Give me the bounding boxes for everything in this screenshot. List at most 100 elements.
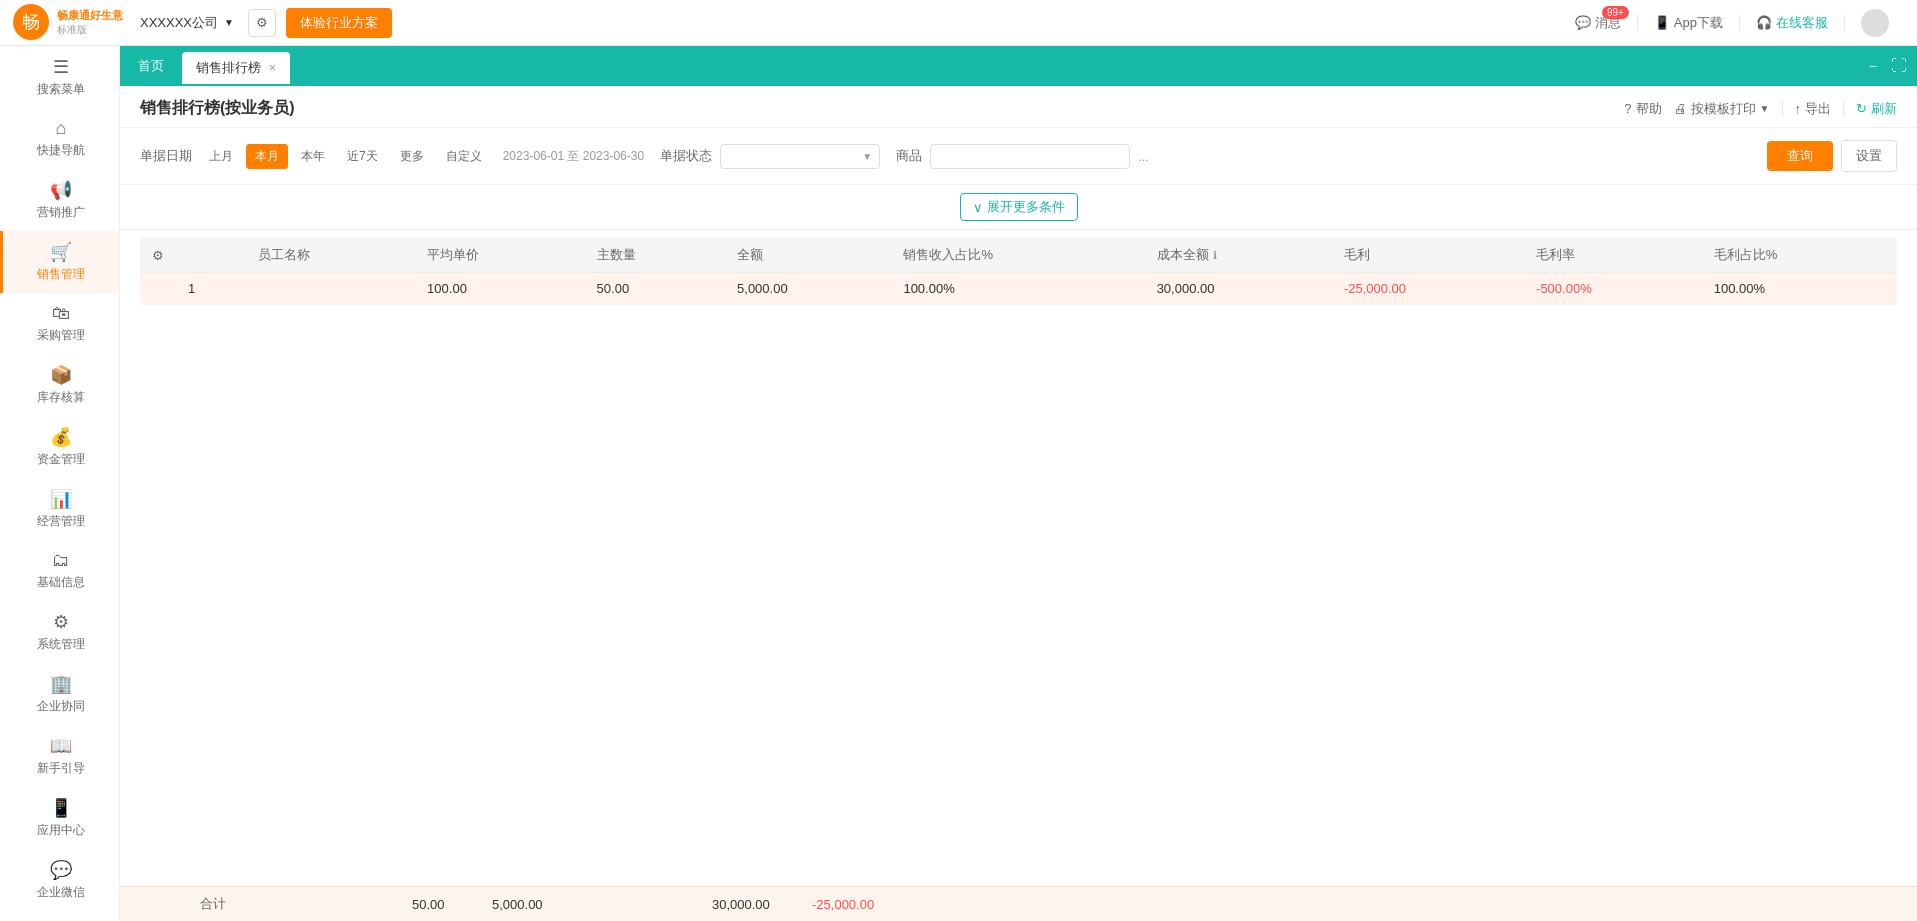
sidebar-item-search[interactable]: ☰ 搜索菜单 [0,46,119,108]
divider [1637,15,1638,31]
table-footer: 合计 50.00 5,000.00 30,000.00 -25,000.00 [120,886,1917,921]
col-index [176,238,246,273]
refresh-icon: ↻ [1856,101,1867,116]
sidebar-item-label: 应用中心 [37,822,85,839]
export-button[interactable]: ↑ 导出 [1795,100,1832,118]
print-icon: 🖨 [1674,101,1687,116]
expand-more-button[interactable]: ∨ 展开更多条件 [960,193,1078,221]
export-icon: ↑ [1795,101,1802,116]
table-row: 1 100.00 50.00 5,000.00 100.00% 30,000.0… [140,273,1897,305]
sidebar-item-basics[interactable]: 🗂 基础信息 [0,540,119,601]
more-options-button[interactable]: ... [1138,149,1149,164]
date-tab-more[interactable]: 更多 [391,144,433,169]
sidebar-item-label: 搜索菜单 [37,81,85,98]
sidebar-item-quick-nav[interactable]: ⌂ 快捷导航 [0,108,119,169]
divider [1844,15,1845,31]
sidebar-item-label: 库存核算 [37,389,85,406]
col-gross: 毛利 [1332,238,1524,273]
row-gross-pct: 100.00% [1702,273,1897,305]
sidebar-item-label: 营销推广 [37,204,85,221]
goods-input[interactable] [930,144,1130,169]
footer-total-label: 合计 [200,895,320,913]
sidebar-item-guide[interactable]: 📖 新手引导 [0,725,119,787]
row-sales-pct: 100.00% [891,273,1144,305]
app-logo-sub: 标准版 [57,23,123,37]
sidebar-item-system[interactable]: ⚙ 系统管理 [0,601,119,663]
app-logo-text: 畅康通好生意 [57,8,123,23]
sidebar-item-label: 企业微信 [37,884,85,901]
filter-setting-button[interactable]: 设置 [1841,140,1897,172]
sidebar-item-finance[interactable]: 💰 资金管理 [0,416,119,478]
sidebar-item-wechat[interactable]: 💬 企业微信 [0,849,119,911]
avatar[interactable] [1861,9,1889,37]
table-settings-col[interactable]: ⚙ [140,238,176,273]
sidebar-item-sales[interactable]: 🛒 销售管理 [0,231,119,293]
row-index: 1 [176,273,246,305]
date-filter: 单据日期 上月 本月 本年 近7天 更多 自定义 [140,144,491,169]
cost-info-icon[interactable]: ℹ [1213,249,1217,262]
enterprise-icon: 🏢 [50,673,72,695]
row-settings [140,273,176,305]
sidebar-item-member[interactable]: V 畅会员 [0,911,119,921]
row-avg-price: 100.00 [415,273,584,305]
trial-industry-button[interactable]: 体验行业方案 [286,8,392,38]
date-tab-7-days[interactable]: 近7天 [338,144,387,169]
col-cost: 成本全额 ℹ [1145,238,1332,273]
footer-amount: 5,000.00 [480,897,580,912]
date-filter-label: 单据日期 [140,147,192,165]
col-sales-pct: 销售收入占比% [891,238,1144,273]
sidebar-item-label: 系统管理 [37,636,85,653]
help-link[interactable]: ? 帮助 [1624,100,1661,118]
finance-icon: 💰 [50,426,72,448]
tab-close-button[interactable]: × [269,61,276,75]
message-button[interactable]: 💬 消息 99+ [1575,14,1621,32]
col-amount: 全额 [725,238,891,273]
sidebar-item-operations[interactable]: 📊 经营管理 [0,478,119,540]
col-name: 员工名称 [246,238,415,273]
operations-icon: 📊 [50,488,72,510]
chevron-down-icon: ▼ [1760,103,1770,114]
query-button[interactable]: 查询 [1767,141,1833,171]
date-tab-last-month[interactable]: 上月 [200,144,242,169]
system-icon: ⚙ [53,611,69,633]
sidebar-item-marketing[interactable]: 📢 营销推广 [0,169,119,231]
app-logo-icon: 畅 [13,4,49,40]
footer-gross: -25,000.00 [800,897,900,912]
sidebar-item-purchase[interactable]: 🛍 采购管理 [0,293,119,354]
sidebar-item-inventory[interactable]: 📦 库存核算 [0,354,119,416]
basics-icon: 🗂 [52,550,70,571]
date-range-display: 2023-06-01 至 2023-06-30 [503,148,644,165]
sidebar-item-label: 采购管理 [37,327,85,344]
settings-gear-button[interactable]: ⚙ [248,9,276,37]
template-print-button[interactable]: 🖨 按模板打印 ▼ [1674,100,1770,118]
date-tab-this-month[interactable]: 本月 [246,144,288,169]
tab-maximize-button[interactable]: ⛶ [1891,57,1907,75]
date-tab-custom[interactable]: 自定义 [437,144,491,169]
app-download-button[interactable]: 📱 App下载 [1654,14,1723,32]
sidebar-item-label: 资金管理 [37,451,85,468]
row-cost: 30,000.00 [1145,273,1332,305]
row-qty: 50.00 [585,273,725,305]
sidebar-item-label: 经营管理 [37,513,85,530]
headset-icon: 🎧 [1756,15,1772,30]
tab-sales-ranking[interactable]: 销售排行榜 × [182,52,290,84]
sales-icon: 🛒 [50,241,72,263]
sidebar-item-app-center[interactable]: 📱 应用中心 [0,787,119,849]
tab-home[interactable]: 首页 [120,46,182,86]
sidebar-item-enterprise[interactable]: 🏢 企业协同 [0,663,119,725]
divider [1739,15,1740,31]
tab-minimize-button[interactable]: － [1865,56,1881,77]
goods-filter-label: 商品 [896,147,922,165]
online-service-button[interactable]: 🎧 在线客服 [1756,14,1828,32]
refresh-button[interactable]: ↻ 刷新 [1856,100,1897,118]
app-center-icon: 📱 [50,797,72,819]
search-menu-icon: ☰ [53,56,69,78]
date-tab-this-year[interactable]: 本年 [292,144,334,169]
wechat-icon: 💬 [50,859,72,881]
home-icon: ⌂ [56,118,67,139]
status-select[interactable] [720,144,880,169]
guide-icon: 📖 [50,735,72,757]
company-selector[interactable]: XXXXXX公司 ▼ [132,10,242,36]
row-gross: -25,000.00 [1332,273,1524,305]
app-download-icon: 📱 [1654,15,1670,30]
